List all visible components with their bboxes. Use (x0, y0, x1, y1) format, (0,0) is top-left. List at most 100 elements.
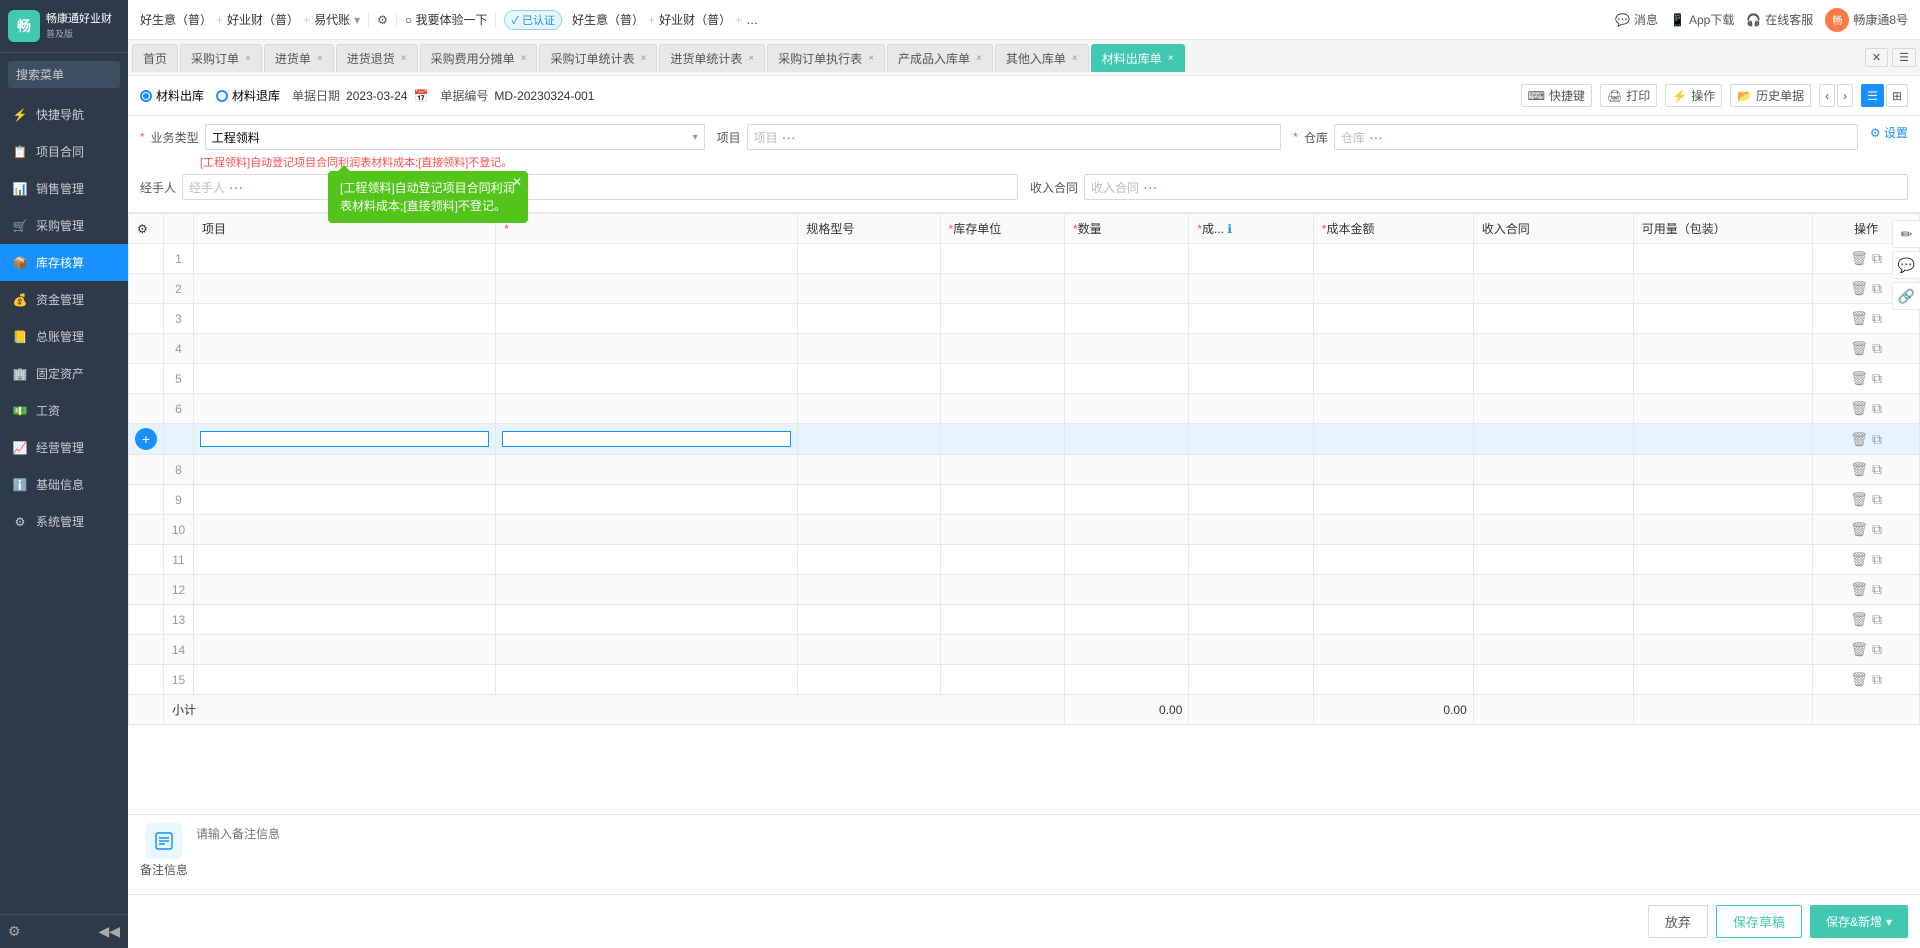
row-income-contract[interactable] (1473, 455, 1633, 485)
row-income-contract[interactable] (1473, 485, 1633, 515)
row-material[interactable] (496, 364, 798, 394)
sidebar-item-purchase[interactable]: 🛒 采购管理 (0, 207, 128, 244)
row-available-active[interactable] (1633, 424, 1813, 455)
tab-close-icon[interactable]: × (640, 53, 646, 64)
topbar-online-service[interactable]: 🎧 在线客服 (1746, 11, 1813, 28)
row-spec[interactable] (798, 334, 940, 364)
sidebar-item-salary[interactable]: 💵 工资 (0, 392, 128, 429)
row-spec[interactable] (798, 605, 940, 635)
row-material[interactable] (496, 545, 798, 575)
row-project-active[interactable] (194, 424, 496, 455)
row-quantity[interactable] (1064, 244, 1188, 274)
tab-close-icon[interactable]: × (868, 53, 874, 64)
copy-row-button[interactable]: ⧉ (1870, 549, 1884, 570)
topbar-trial-link[interactable]: ○ 我要体验一下 (405, 11, 488, 28)
row-cost-amount[interactable] (1313, 274, 1473, 304)
radio-material-return[interactable]: 材料退库 (216, 87, 280, 104)
copy-row-button[interactable]: ⧉ (1870, 278, 1884, 299)
project-input[interactable]: 项目 ··· (747, 124, 1282, 150)
row-material[interactable] (496, 394, 798, 424)
row-income-contract[interactable] (1473, 665, 1633, 695)
row-cost-price[interactable] (1189, 665, 1313, 695)
delete-row-button[interactable]: 🗑 (1848, 248, 1870, 269)
row-project[interactable] (194, 274, 496, 304)
row-project[interactable] (194, 455, 496, 485)
row-quantity[interactable] (1064, 575, 1188, 605)
project-search-icon[interactable]: ··· (782, 129, 796, 145)
row-project[interactable] (194, 364, 496, 394)
row-material[interactable] (496, 244, 798, 274)
topbar-dropdown-arrow[interactable]: ▾ (354, 13, 360, 27)
row-project[interactable] (194, 605, 496, 635)
tab-close-icon[interactable]: × (1072, 53, 1078, 64)
delete-row-button[interactable]: 🗑 (1848, 489, 1870, 510)
handler-search-icon[interactable]: ··· (229, 179, 243, 195)
sidebar-item-sales[interactable]: 📊 销售管理 (0, 170, 128, 207)
tab-close-icon[interactable]: × (317, 53, 323, 64)
row-spec-active[interactable] (798, 424, 940, 455)
copy-row-button[interactable]: ⧉ (1870, 609, 1884, 630)
tab-home[interactable]: 首页 (132, 44, 178, 72)
row-unit[interactable] (940, 455, 1064, 485)
row-cost-amount[interactable] (1313, 455, 1473, 485)
form-settings-icon[interactable]: ⚙ 设置 (1870, 126, 1908, 140)
row-spec[interactable] (798, 274, 940, 304)
row-material[interactable] (496, 635, 798, 665)
row-project[interactable] (194, 334, 496, 364)
row-unit[interactable] (940, 304, 1064, 334)
sidebar-item-basic-info[interactable]: ℹ️ 基础信息 (0, 466, 128, 503)
copy-row-button[interactable]: ⧉ (1870, 308, 1884, 329)
row-unit[interactable] (940, 665, 1064, 695)
delete-row-button[interactable]: 🗑 (1848, 368, 1870, 389)
row-income-contract[interactable] (1473, 244, 1633, 274)
row-quantity-active[interactable] (1064, 424, 1188, 455)
delete-row-button[interactable]: 🗑 (1848, 519, 1870, 540)
topbar-user[interactable]: 畅 畅康通8号 (1825, 8, 1908, 32)
row-project[interactable] (194, 635, 496, 665)
row-cost-amount[interactable] (1313, 515, 1473, 545)
row-quantity[interactable] (1064, 605, 1188, 635)
delete-row-button[interactable]: 🗑 (1848, 579, 1870, 600)
topbar-app-download[interactable]: 📱 App下载 (1670, 11, 1734, 28)
row-project[interactable] (194, 575, 496, 605)
delete-row-button[interactable]: 🗑 (1848, 308, 1870, 329)
sidebar-item-business[interactable]: 📈 经营管理 (0, 429, 128, 466)
row-project[interactable] (194, 545, 496, 575)
row-available[interactable] (1633, 394, 1813, 424)
row-available[interactable] (1633, 244, 1813, 274)
add-row-button[interactable]: + (135, 428, 157, 450)
delete-row-button[interactable]: 🗑 (1848, 669, 1870, 690)
row-project[interactable] (194, 515, 496, 545)
row-material[interactable] (496, 665, 798, 695)
row-cost-amount[interactable] (1313, 635, 1473, 665)
row-cost-amount[interactable] (1313, 364, 1473, 394)
settings-bottom-button[interactable]: ⚙ (8, 923, 21, 940)
row-project[interactable] (194, 394, 496, 424)
handler-input[interactable]: 经手人 ··· (182, 174, 1018, 200)
discard-button[interactable]: 放弃 (1648, 905, 1708, 938)
copy-row-button[interactable]: ⧉ (1870, 459, 1884, 480)
tab-close-icon[interactable]: × (401, 53, 407, 64)
row-unit-active[interactable] (940, 424, 1064, 455)
col-gear[interactable]: ⚙ (129, 214, 164, 244)
row-income-contract[interactable] (1473, 635, 1633, 665)
row-available[interactable] (1633, 274, 1813, 304)
copy-row-button[interactable]: ⧉ (1870, 669, 1884, 690)
row-material[interactable] (496, 515, 798, 545)
row-available[interactable] (1633, 575, 1813, 605)
row-cost-amount[interactable] (1313, 665, 1473, 695)
radio-material-outbound[interactable]: 材料出库 (140, 87, 204, 104)
operate-button[interactable]: ⚡ 操作 (1665, 84, 1722, 107)
row-material[interactable] (496, 274, 798, 304)
row-spec[interactable] (798, 515, 940, 545)
topbar-link-haoshengyi2[interactable]: 好生意（普） (572, 11, 644, 28)
row-income-contract[interactable] (1473, 605, 1633, 635)
tab-close-icon[interactable]: × (245, 53, 251, 64)
topbar-link-haoyecai2[interactable]: 好业财（普） (659, 11, 731, 28)
row-income-contract[interactable] (1473, 394, 1633, 424)
row-available[interactable] (1633, 605, 1813, 635)
row-material[interactable] (496, 575, 798, 605)
row-income-contract[interactable] (1473, 575, 1633, 605)
row-available[interactable] (1633, 334, 1813, 364)
row-cost-amount[interactable] (1313, 575, 1473, 605)
